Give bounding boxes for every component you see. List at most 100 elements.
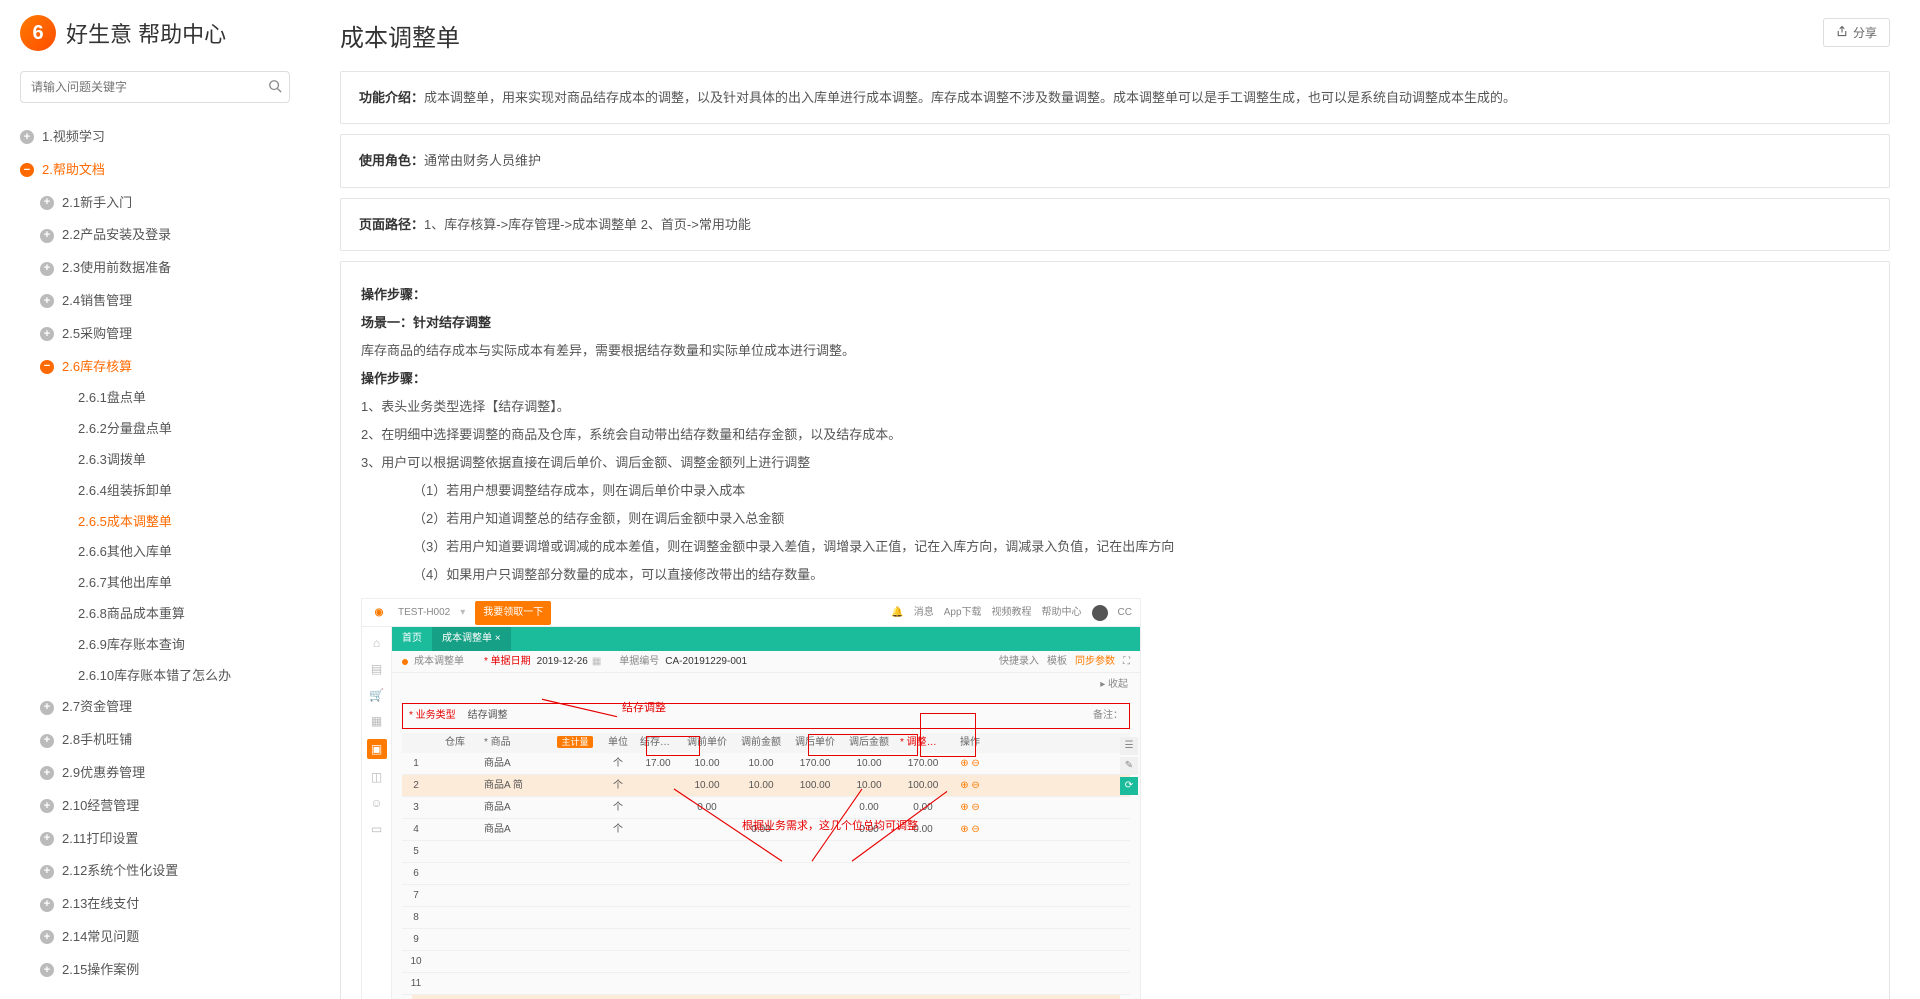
nav-2-4[interactable]: +2.4销售管理 [40,285,290,318]
calendar-icon: ▦ [592,652,601,672]
scene-1-heading: 场景一：针对结存调整 [361,310,1869,336]
nav-2-1[interactable]: +2.1新手入门 [40,187,290,220]
nav-2-2[interactable]: +2.2产品安装及登录 [40,219,290,252]
shot-type-field: * 业务类型 结存调整 备注： [402,703,1130,729]
brand-text: 好生意 帮助中心 [66,17,226,49]
tool-icon: ⟳ [1120,777,1138,795]
step-3b: （2）若用户知道调整总的结存金额，则在调后金额中录入总金额 [361,506,1869,532]
nav-2-6-9[interactable]: 2.6.9库存账本查询 [78,630,290,661]
plus-icon: + [40,229,54,243]
sidebar: 6 好生意 帮助中心 +1.视频学习 −2.帮助文档 +2.1新手入门 +2.2… [0,0,310,999]
shot-main: 首页 成本调整单 × 成本调整单 * 单据日期 2019-12-26 ▦ 单据编… [392,627,1140,999]
grid-header: 仓库 * 商品 主计量 单位 结存数量 调前单价 调前金额 调后单价 调后金额 … [402,733,1130,753]
grid-row: 8 [402,907,1130,929]
share-button[interactable]: 分享 [1823,18,1890,47]
plus-icon: + [40,799,54,813]
nav-2-6-8[interactable]: 2.6.8商品成本重算 [78,599,290,630]
nav-2-12[interactable]: +2.12系统个性化设置 [40,855,290,888]
nav-2-14[interactable]: +2.14常见问题 [40,921,290,954]
nav-2-6-5-active[interactable]: 2.6.5成本调整单 [78,507,290,538]
plus-icon: + [40,701,54,715]
nav-help-docs[interactable]: −2.帮助文档 [20,154,290,187]
dot-icon [402,659,408,665]
shot-tabbar: 首页 成本调整单 × [392,627,1140,651]
wallet-icon: ◫ [369,769,385,785]
nav-2-15[interactable]: +2.15操作案例 [40,954,290,987]
nav-2-6-6[interactable]: 2.6.6其他入库单 [78,537,290,568]
plus-icon: + [40,327,54,341]
nav-2-8[interactable]: +2.8手机旺铺 [40,724,290,757]
plus-icon: + [40,734,54,748]
minus-icon: − [40,360,54,374]
grid-row: 5 [402,841,1130,863]
tab-home: 首页 [392,627,432,651]
plus-icon: + [40,766,54,780]
nav-2-6-4[interactable]: 2.6.4组装拆卸单 [78,476,290,507]
tab-doc: 成本调整单 × [432,627,511,651]
nav-2-5[interactable]: +2.5采购管理 [40,318,290,351]
nav-2-6-1[interactable]: 2.6.1盘点单 [78,383,290,414]
step-1: 1、表头业务类型选择【结存调整】。 [361,394,1869,420]
screenshot-embed: ◉ TEST-H002 ▾ 我要领取一下 🔔消息 App下载 视频教程 帮助中心… [361,598,1141,999]
calendar-icon: ▦ [369,713,385,729]
path-card: 页面路径：1、库存核算->库存管理->成本调整单 2、首页->常用功能 [340,198,1890,251]
search-input[interactable] [20,71,290,103]
step-3c: （3）若用户知道要调增或调减的成本差值，则在调整金额中录入差值，调增录入正值，记… [361,534,1869,560]
nav-2-6-10[interactable]: 2.6.10库存账本错了怎么办 [78,661,290,692]
nav-video-learning[interactable]: +1.视频学习 [20,121,290,154]
role-card: 使用角色：通常由财务人员维护 [340,134,1890,187]
avatar-icon [1092,605,1108,621]
shot-collapse-hint: ▸ 收起 [392,673,1140,697]
shot-rail: ⌂ ▤ 🛒 ▦ ▣ ◫ ☺ ▭ [362,627,392,999]
user-icon: ☺ [369,795,385,811]
minus-icon: − [20,163,34,177]
search-icon[interactable] [268,79,282,96]
shot-side-tools: ☰ ✎ ⟳ [1120,737,1138,795]
tool-icon: ☰ [1120,737,1138,755]
tool-icon: ✎ [1120,757,1138,775]
nav-2-6-2[interactable]: 2.6.2分量盘点单 [78,414,290,445]
grid-row: 3商品A个0.000.000.00⊕ ⊖ [402,797,1130,819]
plus-icon: + [40,294,54,308]
share-icon [1836,25,1848,40]
nav-2-6-7[interactable]: 2.6.7其他出库单 [78,568,290,599]
plus-icon: + [40,963,54,977]
plus-icon: + [40,832,54,846]
scene-1-desc: 库存商品的结存成本与实际成本有差异，需要根据结存数量和实际单位成本进行调整。 [361,338,1869,364]
grid-row: 9 [402,929,1130,951]
grid-row: 10 [402,951,1130,973]
plus-icon: + [40,898,54,912]
grid-row: 2商品A 简个10.0010.00100.0010.00100.00⊕ ⊖ [402,775,1130,797]
grid-row: 7 [402,885,1130,907]
search-box [20,71,290,103]
nav-2-9[interactable]: +2.9优惠券管理 [40,757,290,790]
nav-2-3[interactable]: +2.3使用前数据准备 [40,252,290,285]
shot-grid: 仓库 * 商品 主计量 单位 结存数量 调前单价 调前金额 调后单价 调后金额 … [402,733,1130,999]
nav-2-10[interactable]: +2.10经营管理 [40,790,290,823]
plus-icon: + [40,262,54,276]
steps-heading: 操作步骤： [361,282,1869,308]
nav-2-13[interactable]: +2.13在线支付 [40,888,290,921]
nav-2-6-3[interactable]: 2.6.3调拨单 [78,445,290,476]
grid-row: 4商品A个0.000.000.00⊕ ⊖ [402,819,1130,841]
plus-icon: + [20,130,34,144]
shot-logo-icon: ◉ [370,603,388,623]
step-3a: （1）若用户想要调整结存成本，则在调后单价中录入成本 [361,478,1869,504]
grid-row: 1商品A个17.0010.0010.00170.0010.00170.00⊕ ⊖ [402,753,1130,775]
nav-2-7[interactable]: +2.7资金管理 [40,691,290,724]
step-3: 3、用户可以根据调整依据直接在调后单价、调后金额、调整金额列上进行调整 [361,450,1869,476]
shot-crumb: 成本调整单 * 单据日期 2019-12-26 ▦ 单据编号 CA-201912… [392,651,1140,673]
cart-icon: 🛒 [369,687,385,703]
plus-icon: + [40,930,54,944]
plus-icon: + [40,196,54,210]
shot-topbar: ◉ TEST-H002 ▾ 我要领取一下 🔔消息 App下载 视频教程 帮助中心… [362,599,1140,627]
nav-2-6[interactable]: −2.6库存核算 [40,351,290,384]
step-3d: （4）如果用户只调整部分数量的成本，可以直接修改带出的结存数量。 [361,562,1869,588]
nav-2-11[interactable]: +2.11打印设置 [40,823,290,856]
grid-row: 6 [402,863,1130,885]
bell-icon: 🔔 [891,603,903,623]
step-2: 2、在明细中选择要调整的商品及仓库，系统会自动带出结存数量和结存金额，以及结存成… [361,422,1869,448]
main-content: 成本调整单 分享 功能介绍：成本调整单，用来实现对商品结存成本的调整，以及针对具… [310,0,1920,999]
intro-card: 功能介绍：成本调整单，用来实现对商品结存成本的调整，以及针对具体的出入库单进行成… [340,71,1890,124]
shot-cta-button: 我要领取一下 [475,601,551,625]
